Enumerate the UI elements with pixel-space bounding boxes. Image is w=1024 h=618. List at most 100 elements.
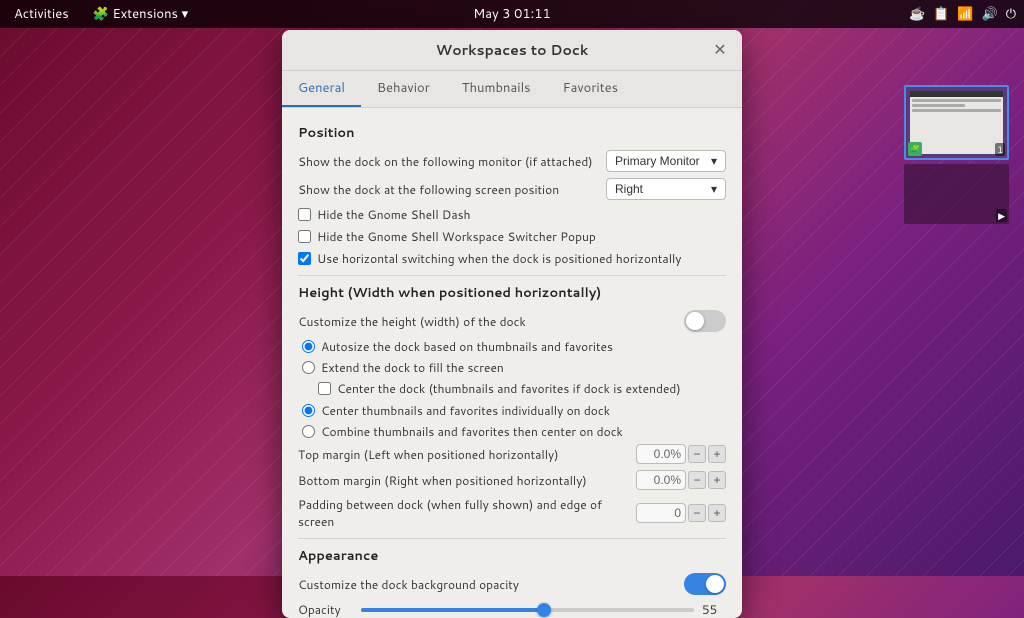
padding-label: Padding between dock (when fully shown) … [298, 496, 636, 530]
screen-position-row: Show the dock at the following screen po… [298, 178, 726, 200]
close-button[interactable]: ✕ [710, 40, 730, 60]
dialog-titlebar: Workspaces to Dock ✕ [282, 30, 742, 71]
extensions-menu[interactable]: 🧩 Extensions ▾ [87, 3, 194, 25]
preview-inner [910, 91, 1003, 154]
preview-line [912, 104, 965, 107]
topbar-right: ☕ 📋 📶 🔊 ⏻ [909, 5, 1016, 23]
monitor-dropdown[interactable]: Primary Monitor ▾ [606, 150, 726, 172]
padding-increase[interactable]: + [708, 504, 726, 522]
bottom-margin-spinbox: − + [636, 470, 726, 490]
puzzle-icon: 🧩 [93, 5, 109, 23]
horizontal-switching-checkbox[interactable] [298, 252, 311, 265]
combine-row: Combine thumbnails and favorites then ce… [302, 423, 726, 440]
height-toggle[interactable] [684, 310, 726, 332]
preview-second-label: ▶ [996, 209, 1007, 222]
opacity-customize-row: Customize the dock background opacity [298, 573, 726, 595]
position-section-title: Position [298, 124, 726, 142]
power-icon: ⏻ [1006, 5, 1016, 23]
bottom-margin-increase[interactable]: + [708, 471, 726, 489]
preview-badge: 🧩 [908, 142, 922, 156]
screen-position-label: Show the dock at the following screen po… [298, 181, 606, 198]
combine-radio[interactable] [302, 425, 315, 438]
hide-dash-checkbox[interactable] [298, 208, 311, 221]
monitor-label: Show the dock on the following monitor (… [298, 153, 606, 170]
autosize-label: Autosize the dock based on thumbnails an… [321, 338, 613, 355]
center-dock-row: Center the dock (thumbnails and favorite… [318, 380, 726, 397]
top-margin-label: Top margin (Left when positioned horizon… [298, 446, 636, 463]
chevron-down-icon: ▾ [182, 5, 189, 23]
center-individual-radio[interactable] [302, 404, 315, 417]
top-margin-row: Top margin (Left when positioned horizon… [298, 444, 726, 464]
hide-dash-label: Hide the Gnome Shell Dash [317, 206, 471, 223]
topbar-left: Activities 🧩 Extensions ▾ [8, 3, 194, 25]
center-individual-row: Center thumbnails and favorites individu… [302, 402, 726, 419]
tab-bar: General Behavior Thumbnails Favorites [282, 71, 742, 108]
opacity-toggle[interactable] [684, 573, 726, 595]
horizontal-switching-row: Use horizontal switching when the dock i… [298, 250, 726, 267]
preview-number: 1 [995, 143, 1005, 156]
opacity-value: 55 [702, 601, 726, 618]
extend-label: Extend the dock to fill the screen [321, 359, 504, 376]
volume-icon: 🔊 [982, 5, 998, 23]
top-margin-increase[interactable]: + [708, 445, 726, 463]
bottom-margin-input[interactable] [636, 470, 686, 490]
opacity-slider-label: Opacity [298, 601, 353, 618]
padding-row: Padding between dock (when fully shown) … [298, 496, 726, 530]
top-margin-input[interactable] [636, 444, 686, 464]
preview-second: ▶ [904, 164, 1009, 224]
autosize-radio[interactable] [302, 340, 315, 353]
hide-dash-row: Hide the Gnome Shell Dash [298, 206, 726, 223]
dialog: Workspaces to Dock ✕ General Behavior Th… [282, 30, 742, 618]
chevron-down-icon: ▾ [711, 182, 717, 196]
opacity-slider[interactable] [361, 608, 694, 612]
bottom-margin-row: Bottom margin (Right when positioned hor… [298, 470, 726, 490]
padding-input[interactable] [636, 503, 686, 523]
coffee-icon: ☕ [909, 5, 925, 23]
appearance-section-title: Appearance [298, 547, 726, 565]
screen-position-dropdown[interactable]: Right ▾ [606, 178, 726, 200]
dialog-content: Position Show the dock on the following … [282, 108, 742, 618]
workspace-thumbnail: 🧩 1 [904, 85, 1009, 160]
divider-1 [298, 275, 726, 276]
preview-line [912, 109, 1001, 112]
extend-radio[interactable] [302, 361, 315, 374]
wifi-icon: 📶 [957, 5, 973, 23]
horizontal-switching-label: Use horizontal switching when the dock i… [317, 250, 682, 267]
preview-content [910, 97, 1003, 116]
padding-decrease[interactable]: − [688, 504, 706, 522]
topbar-clock: May 3 01:11 [473, 5, 550, 23]
tab-thumbnails[interactable]: Thumbnails [446, 71, 547, 107]
opacity-slider-row: Opacity 55 [298, 601, 726, 618]
preview-line [912, 99, 1001, 102]
padding-spinbox: − + [636, 503, 726, 523]
top-margin-spinbox: − + [636, 444, 726, 464]
height-label: Customize the height (width) of the dock [298, 313, 684, 330]
tab-favorites[interactable]: Favorites [547, 71, 634, 107]
chevron-down-icon: ▾ [711, 154, 717, 168]
topbar: Activities 🧩 Extensions ▾ May 3 01:11 ☕ … [0, 0, 1024, 28]
autosize-row: Autosize the dock based on thumbnails an… [302, 338, 726, 355]
hide-switcher-row: Hide the Gnome Shell Workspace Switcher … [298, 228, 726, 245]
center-dock-label: Center the dock (thumbnails and favorite… [337, 380, 681, 397]
opacity-slider-thumb [537, 603, 551, 617]
hide-switcher-label: Hide the Gnome Shell Workspace Switcher … [317, 228, 596, 245]
dialog-title: Workspaces to Dock [314, 40, 710, 60]
bottom-margin-decrease[interactable]: − [688, 471, 706, 489]
bottom-margin-label: Bottom margin (Right when positioned hor… [298, 472, 636, 489]
tab-behavior[interactable]: Behavior [361, 71, 446, 107]
monitor-row: Show the dock on the following monitor (… [298, 150, 726, 172]
combine-label: Combine thumbnails and favorites then ce… [321, 423, 623, 440]
height-section-title: Height (Width when positioned horizontal… [298, 284, 726, 302]
tab-general[interactable]: General [282, 71, 361, 107]
extend-row: Extend the dock to fill the screen [302, 359, 726, 376]
divider-2 [298, 538, 726, 539]
workspace-preview-panel: 🧩 1 ▶ [904, 85, 1024, 224]
hide-switcher-checkbox[interactable] [298, 230, 311, 243]
activities-button[interactable]: Activities [8, 3, 75, 25]
opacity-customize-label: Customize the dock background opacity [298, 576, 684, 593]
top-margin-decrease[interactable]: − [688, 445, 706, 463]
center-individual-label: Center thumbnails and favorites individu… [321, 402, 610, 419]
center-dock-checkbox[interactable] [318, 382, 331, 395]
calendar-icon: 📋 [933, 5, 949, 23]
height-customize-row: Customize the height (width) of the dock [298, 310, 726, 332]
